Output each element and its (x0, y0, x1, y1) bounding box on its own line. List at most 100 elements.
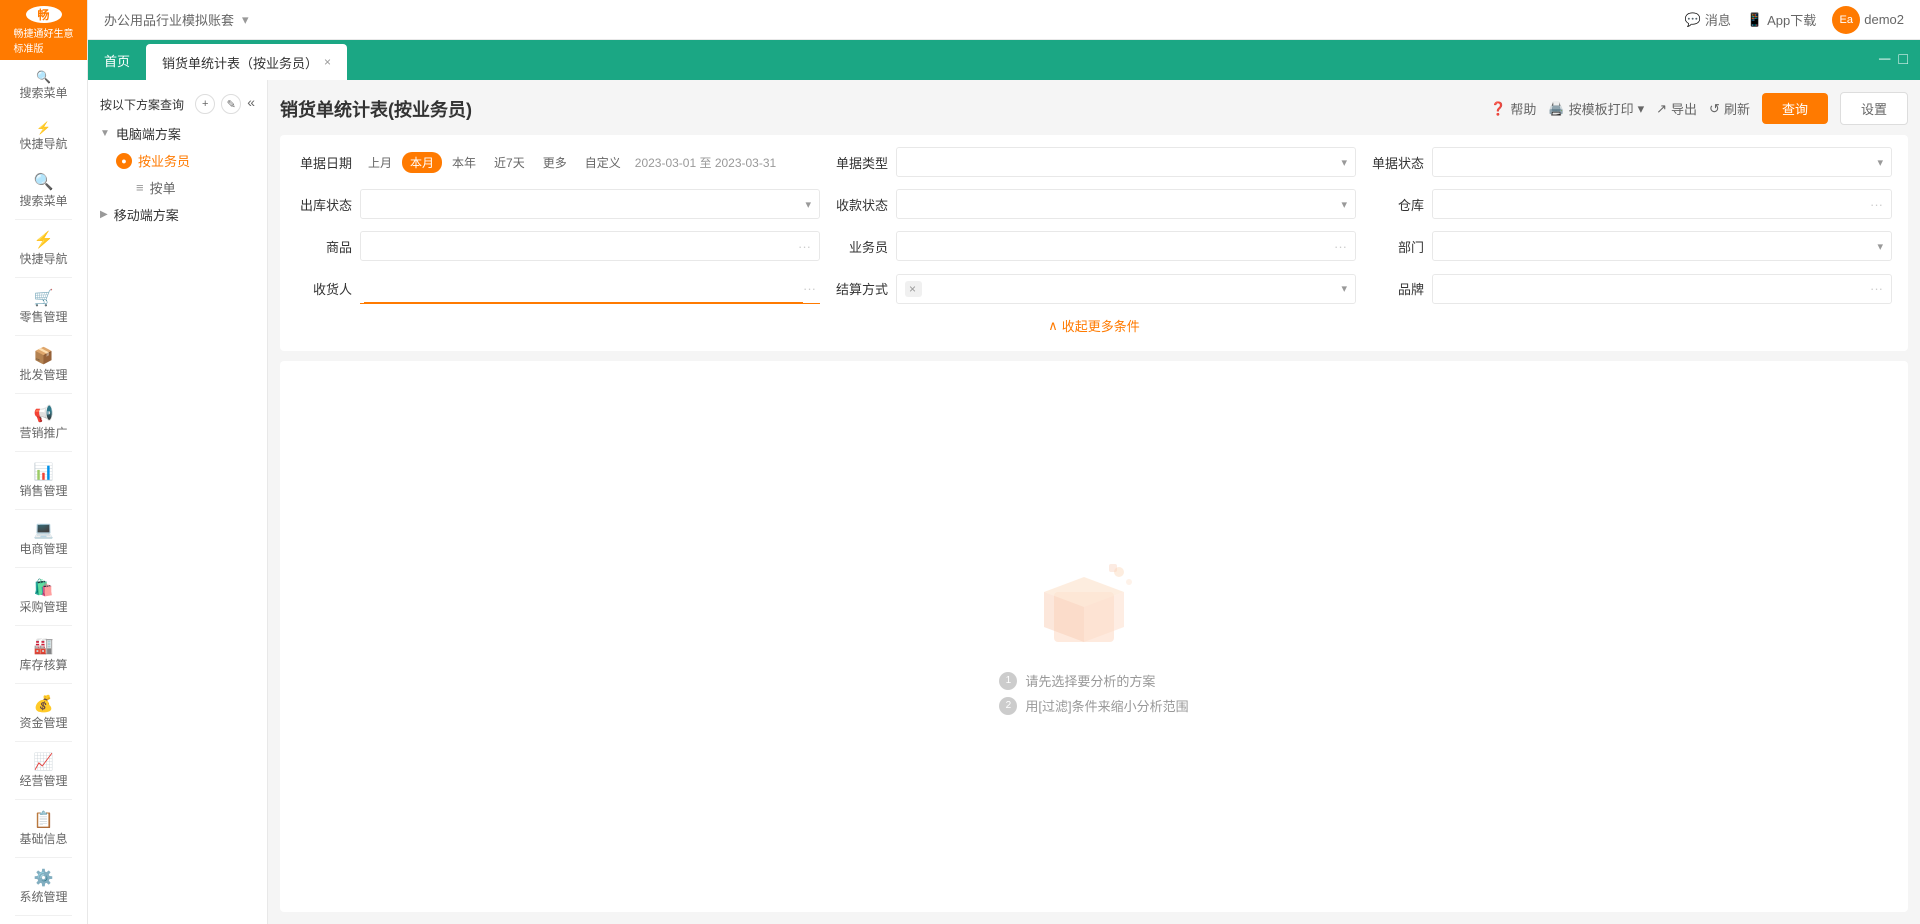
app-logo[interactable]: 畅 畅捷通好生意标准版 (0, 0, 87, 60)
app-download-icon: 📱 (1747, 12, 1763, 28)
filter-settlement: 结算方式 × ▾ (832, 274, 1356, 304)
date-7days-btn[interactable]: 近7天 (486, 152, 533, 173)
date-filter-controls: 上月 本月 本年 近7天 更多 自定义 2023-03-01 至 2023-03… (360, 152, 820, 173)
settlement-select[interactable]: × ▾ (896, 274, 1356, 304)
goods-select[interactable]: ··· (360, 231, 820, 261)
sidebar: 畅 畅捷通好生意标准版 🔍 搜索菜单 ⚡ 快捷导航 🔍搜索菜单⚡快捷导航🛒零售管… (0, 0, 88, 924)
sidebar-item-quicknav[interactable]: ⚡ 快捷导航 (0, 111, 87, 162)
user-menu[interactable]: Ea demo2 (1832, 6, 1904, 34)
print-icon: 🖨️ (1548, 101, 1564, 117)
logo-text: 畅捷通好生意标准版 (14, 25, 74, 55)
sidebar-item-1[interactable]: ⚡快捷导航 (15, 220, 71, 278)
sidebar-item-8[interactable]: 🏭库存核算 (15, 626, 71, 684)
sidebar-item-12[interactable]: ⚙️系统管理 (15, 858, 71, 916)
page-title-bar: 销货单统计表(按业务员) ❓ 帮助 🖨️ 按模板打印 ▾ ↗ 导出 (280, 92, 1908, 125)
tab-minimize-btn[interactable]: ─ (1879, 51, 1890, 69)
tab-sales-stat-label: 销货单统计表（按业务员） (162, 53, 318, 72)
step-1-num: 1 (999, 672, 1017, 690)
topbar-title: 办公用品行业模拟账套 (104, 10, 234, 29)
salesman-select[interactable]: ··· (896, 231, 1356, 261)
help-btn[interactable]: ❓ 帮助 (1490, 99, 1536, 118)
right-panel: 销货单统计表(按业务员) ❓ 帮助 🖨️ 按模板打印 ▾ ↗ 导出 (268, 80, 1920, 924)
tree-node-mobile[interactable]: ▶ 移动端方案 (88, 201, 267, 228)
date-this-year-btn[interactable]: 本年 (444, 152, 484, 173)
page-actions: ❓ 帮助 🖨️ 按模板打印 ▾ ↗ 导出 ↺ 刷新 (1490, 92, 1908, 125)
add-scheme-btn[interactable]: + (195, 94, 215, 114)
tab-home-label: 首页 (104, 51, 130, 70)
date-this-month-btn[interactable]: 本月 (402, 152, 442, 173)
receiver-input-wrapper: ··· (360, 273, 820, 304)
tab-close-icon[interactable]: × (324, 55, 331, 69)
sidebar-item-11[interactable]: 📋基础信息 (15, 800, 71, 858)
filter-date: 单据日期 上月 本月 本年 近7天 更多 自定义 2023-03-01 至 20… (296, 152, 820, 173)
settlement-tag: × (905, 281, 922, 297)
sidebar-item-6[interactable]: 💻电商管理 (15, 510, 71, 568)
tab-maximize-btn[interactable]: □ (1898, 51, 1908, 69)
sidebar-item-9[interactable]: 💰资金管理 (15, 684, 71, 742)
payment-status-arrow: ▾ (1341, 198, 1347, 211)
export-btn[interactable]: ↗ 导出 (1656, 99, 1697, 118)
doc-type-select[interactable]: ▾ (896, 147, 1356, 177)
refresh-btn[interactable]: ↺ 刷新 (1709, 99, 1750, 118)
quicknav-icon: ⚡ (4, 121, 83, 135)
sidebar-item-13[interactable]: 🤝企业协同 (15, 916, 71, 924)
tree-node-desktop[interactable]: ▼ 电脑端方案 (88, 120, 267, 147)
filter-row-2: 出库状态 ▾ 收款状态 ▾ 仓库 (296, 189, 1892, 219)
sidebar-item-5[interactable]: 📊销售管理 (15, 452, 71, 510)
date-last-month-btn[interactable]: 上月 (360, 152, 400, 173)
dept-select[interactable]: ▾ (1432, 231, 1892, 261)
warehouse-label: 仓库 (1368, 195, 1424, 214)
settlement-tag-close[interactable]: × (909, 282, 916, 296)
warehouse-dots: ··· (1870, 197, 1883, 212)
tab-home[interactable]: 首页 (88, 40, 146, 80)
edit-scheme-btn[interactable]: ✎ (221, 94, 241, 114)
tree-label-desktop: 电脑端方案 (116, 124, 181, 143)
receiver-input[interactable] (364, 273, 803, 303)
sidebar-item-2[interactable]: 🛒零售管理 (15, 278, 71, 336)
sidebar-item-4[interactable]: 📢营销推广 (15, 394, 71, 452)
brand-dots: ··· (1870, 281, 1883, 296)
filter-row-1: 单据日期 上月 本月 本年 近7天 更多 自定义 2023-03-01 至 20… (296, 147, 1892, 177)
doc-status-select[interactable]: ▾ (1432, 147, 1892, 177)
date-custom-btn[interactable]: 自定义 (577, 152, 629, 173)
query-btn[interactable]: 查询 (1762, 93, 1828, 124)
avatar: Ea (1832, 6, 1860, 34)
out-status-label: 出库状态 (296, 195, 352, 214)
filter-box: 单据日期 上月 本月 本年 近7天 更多 自定义 2023-03-01 至 20… (280, 135, 1908, 351)
tab-sales-stat[interactable]: 销货单统计表（按业务员） × (146, 44, 347, 80)
print-btn[interactable]: 🖨️ 按模板打印 ▾ (1548, 99, 1644, 118)
topbar: 办公用品行业模拟账套 ▾ 💬 消息 📱 App下载 Ea demo2 (88, 0, 1920, 40)
out-status-select[interactable]: ▾ (360, 189, 820, 219)
tree-label-order: 按单 (150, 178, 176, 197)
filter-dept: 部门 ▾ (1368, 231, 1892, 261)
help-label: 帮助 (1510, 99, 1536, 118)
sidebar-item-10[interactable]: 📈经营管理 (15, 742, 71, 800)
app-download-btn[interactable]: 📱 App下载 (1747, 10, 1816, 29)
collapse-filters-btn[interactable]: ∧ 收起更多条件 (296, 312, 1892, 339)
search-icon: 🔍 (4, 70, 83, 84)
tree-item-by-order[interactable]: ≡ 按单 (88, 174, 267, 201)
collapse-panel-btn[interactable]: « (247, 94, 255, 114)
date-more-btn[interactable]: 更多 (535, 152, 575, 173)
sidebar-item-search[interactable]: 🔍 搜索菜单 (0, 60, 87, 111)
topbar-dropdown-icon[interactable]: ▾ (242, 12, 249, 28)
sidebar-item-0[interactable]: 🔍搜索菜单 (15, 162, 71, 220)
username: demo2 (1864, 12, 1904, 27)
main-area: 办公用品行业模拟账套 ▾ 💬 消息 📱 App下载 Ea demo2 首页 销货… (88, 0, 1920, 924)
message-btn[interactable]: 💬 消息 (1685, 10, 1731, 29)
empty-icon (1034, 552, 1154, 652)
print-dropdown-icon[interactable]: ▾ (1638, 101, 1645, 117)
receiver-label: 收货人 (296, 279, 352, 298)
tree-arrow-mobile: ▶ (100, 209, 108, 220)
payment-status-select[interactable]: ▾ (896, 189, 1356, 219)
brand-select[interactable]: ··· (1432, 274, 1892, 304)
sidebar-search-label: 搜索菜单 (4, 84, 83, 101)
tree-item-by-salesman[interactable]: ● 按业务员 (88, 147, 267, 174)
collapse-icon: ∧ (1048, 318, 1058, 334)
page-title: 销货单统计表(按业务员) (280, 96, 472, 122)
filter-goods: 商品 ··· (296, 231, 820, 261)
warehouse-select[interactable]: ··· (1432, 189, 1892, 219)
sidebar-item-7[interactable]: 🛍️采购管理 (15, 568, 71, 626)
sidebar-item-3[interactable]: 📦批发管理 (15, 336, 71, 394)
settings-btn[interactable]: 设置 (1840, 92, 1908, 125)
